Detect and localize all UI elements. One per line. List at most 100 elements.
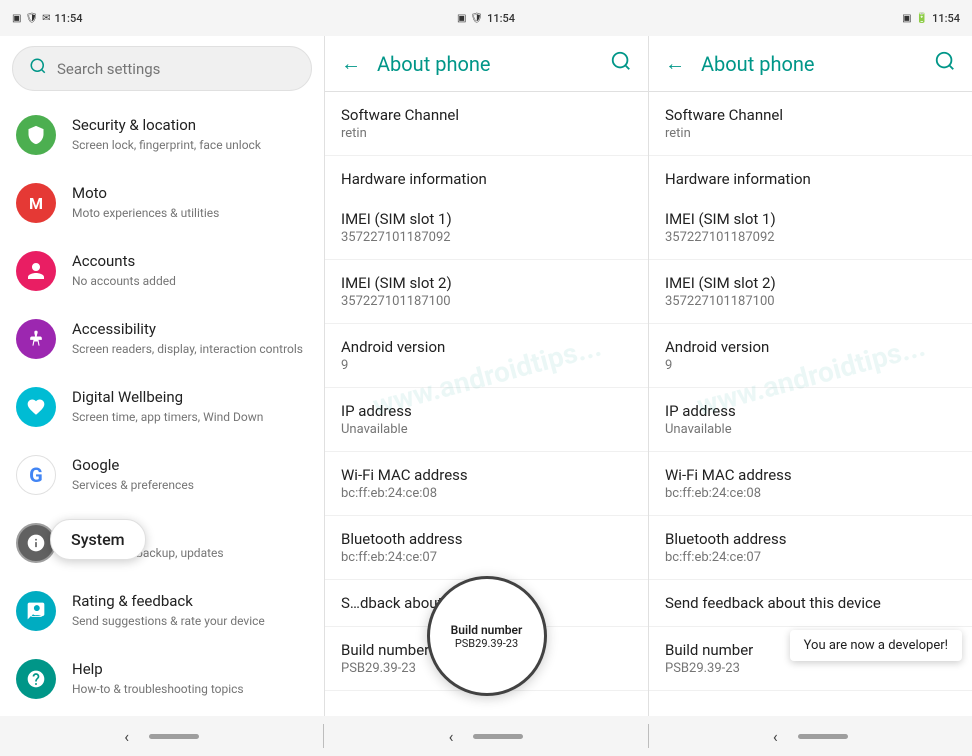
- bluetooth-2[interactable]: Bluetooth address bc:ff:eb:24:ce:07: [649, 516, 972, 580]
- signal-icon-right: ▣: [902, 13, 911, 24]
- imei-slot1-title-2: IMEI (SIM slot 1): [665, 210, 956, 228]
- software-channel-1[interactable]: Software Channel retin: [325, 92, 648, 156]
- wifi-mac-2[interactable]: Wi-Fi MAC address bc:ff:eb:24:ce:08: [649, 452, 972, 516]
- back-button-right[interactable]: ‹: [773, 727, 778, 746]
- nav-pill-left: [149, 734, 199, 739]
- shield-icon-center: 🛡: [470, 13, 483, 24]
- settings-item-moto[interactable]: M Moto Moto experiences & utilities: [0, 169, 324, 237]
- nav-pill-right: [798, 734, 848, 739]
- accounts-item-text: Accounts No accounts added: [72, 252, 308, 289]
- shield-icon: 🛡: [25, 13, 38, 24]
- wifi-mac-value-2: bc:ff:eb:24:ce:08: [665, 486, 956, 501]
- settings-item-rating[interactable]: Rating & feedback Send suggestions & rat…: [0, 577, 324, 645]
- wifi-mac-title-2: Wi-Fi MAC address: [665, 466, 956, 484]
- software-channel-2[interactable]: Software Channel retin: [649, 92, 972, 156]
- android-version-value-1: 9: [341, 358, 632, 373]
- back-arrow-1[interactable]: ←: [341, 51, 361, 76]
- google-title: Google: [72, 456, 308, 476]
- moto-icon: M: [16, 183, 56, 223]
- security-subtitle: Screen lock, fingerprint, face unlock: [72, 138, 308, 154]
- help-subtitle: How-to & troubleshooting topics: [72, 682, 308, 698]
- accounts-subtitle: No accounts added: [72, 274, 308, 290]
- accessibility-title: Accessibility: [72, 320, 308, 340]
- time-center: 11:54: [487, 12, 515, 25]
- help-icon: [16, 659, 56, 699]
- settings-item-system[interactable]: System System Languages, backup, updates: [0, 509, 324, 577]
- settings-item-security[interactable]: Security & location Screen lock, fingerp…: [0, 101, 324, 169]
- imei-slot2-value-2: 357227101187100: [665, 294, 956, 309]
- build-circle: Build number PSB29.39-23: [427, 576, 547, 696]
- software-channel-title-2: Software Channel: [665, 106, 956, 124]
- imei-slot2-value-1: 357227101187100: [341, 294, 632, 309]
- ip-address-2[interactable]: IP address Unavailable: [649, 388, 972, 452]
- help-title: Help: [72, 660, 308, 680]
- wifi-mac-1[interactable]: Wi-Fi MAC address bc:ff:eb:24:ce:08: [325, 452, 648, 516]
- android-version-1[interactable]: Android version 9: [325, 324, 648, 388]
- about-panel-1: ← About phone Software Channel retin Har…: [325, 36, 649, 716]
- time-right: 11:54: [932, 12, 960, 25]
- settings-item-help[interactable]: Help How-to & troubleshooting topics: [0, 645, 324, 713]
- about-search-1[interactable]: [610, 50, 632, 77]
- back-button-center[interactable]: ‹: [449, 727, 454, 746]
- imei-slot1-1[interactable]: IMEI (SIM slot 1) 357227101187092: [325, 196, 648, 260]
- imei-slot2-1[interactable]: IMEI (SIM slot 2) 357227101187100: [325, 260, 648, 324]
- bluetooth-1[interactable]: Bluetooth address bc:ff:eb:24:ce:07: [325, 516, 648, 580]
- bluetooth-title-2: Bluetooth address: [665, 530, 956, 548]
- developer-toast: You are now a developer!: [790, 630, 962, 661]
- google-item-text: Google Services & preferences: [72, 456, 308, 493]
- about-title-2: About phone: [701, 52, 934, 76]
- ip-address-title-2: IP address: [665, 402, 956, 420]
- settings-item-digital-wellbeing[interactable]: Digital Wellbeing Screen time, app timer…: [0, 373, 324, 441]
- moto-item-text: Moto Moto experiences & utilities: [72, 184, 308, 221]
- bottom-nav-center: ‹: [324, 727, 647, 746]
- search-icon: [29, 57, 47, 80]
- about-header-2: ← About phone: [649, 36, 972, 92]
- bottom-nav-right: ‹: [649, 727, 972, 746]
- time-left: 11:54: [55, 12, 83, 25]
- status-center: ▣ 🛡 11:54: [324, 12, 648, 25]
- imei-slot1-value-1: 357227101187092: [341, 230, 632, 245]
- moto-subtitle: Moto experiences & utilities: [72, 206, 308, 222]
- google-icon: G: [16, 455, 56, 495]
- android-version-value-2: 9: [665, 358, 956, 373]
- imei-slot1-2[interactable]: IMEI (SIM slot 1) 357227101187092: [649, 196, 972, 260]
- android-version-2[interactable]: Android version 9: [649, 324, 972, 388]
- send-feedback-title-2: Send feedback about this device: [665, 594, 956, 612]
- rating-subtitle: Send suggestions & rate your device: [72, 614, 308, 630]
- settings-item-accounts[interactable]: Accounts No accounts added: [0, 237, 324, 305]
- digital-wellbeing-icon: [16, 387, 56, 427]
- digital-wellbeing-subtitle: Screen time, app timers, Wind Down: [72, 410, 308, 426]
- settings-item-google[interactable]: G Google Services & preferences: [0, 441, 324, 509]
- imei-slot1-value-2: 357227101187092: [665, 230, 956, 245]
- developer-toast-text: You are now a developer!: [804, 638, 948, 653]
- build-number-value-2: PSB29.39-23: [665, 661, 956, 676]
- wifi-mac-value-1: bc:ff:eb:24:ce:08: [341, 486, 632, 501]
- wifi-mac-title-1: Wi-Fi MAC address: [341, 466, 632, 484]
- back-button-left[interactable]: ‹: [124, 727, 129, 746]
- ip-address-1[interactable]: IP address Unavailable: [325, 388, 648, 452]
- accessibility-item-text: Accessibility Screen readers, display, i…: [72, 320, 308, 357]
- system-tooltip: System: [50, 519, 146, 560]
- about-content-2: Software Channel retin Hardware informat…: [649, 92, 972, 716]
- about-header-1: ← About phone: [325, 36, 648, 92]
- security-item-text: Security & location Screen lock, fingerp…: [72, 116, 308, 153]
- notification-icon-center: ▣: [457, 13, 466, 24]
- message-icon: ✉: [42, 13, 50, 24]
- accessibility-subtitle: Screen readers, display, interaction con…: [72, 342, 308, 358]
- bluetooth-value-2: bc:ff:eb:24:ce:07: [665, 550, 956, 565]
- about-search-2[interactable]: [934, 50, 956, 77]
- build-circle-title: Build number: [451, 623, 523, 637]
- status-right: ▣ 🔋 11:54: [648, 12, 972, 25]
- send-feedback-2[interactable]: Send feedback about this device: [649, 580, 972, 627]
- ip-address-title-1: IP address: [341, 402, 632, 420]
- search-placeholder: Search settings: [57, 60, 160, 78]
- imei-slot2-2[interactable]: IMEI (SIM slot 2) 357227101187100: [649, 260, 972, 324]
- back-arrow-2[interactable]: ←: [665, 51, 685, 76]
- search-bar[interactable]: Search settings: [12, 46, 312, 91]
- software-channel-title-1: Software Channel: [341, 106, 632, 124]
- rating-item-text: Rating & feedback Send suggestions & rat…: [72, 592, 308, 629]
- settings-item-accessibility[interactable]: Accessibility Screen readers, display, i…: [0, 305, 324, 373]
- software-channel-value-2: retin: [665, 126, 956, 141]
- accessibility-icon: [16, 319, 56, 359]
- imei-slot1-title-1: IMEI (SIM slot 1): [341, 210, 632, 228]
